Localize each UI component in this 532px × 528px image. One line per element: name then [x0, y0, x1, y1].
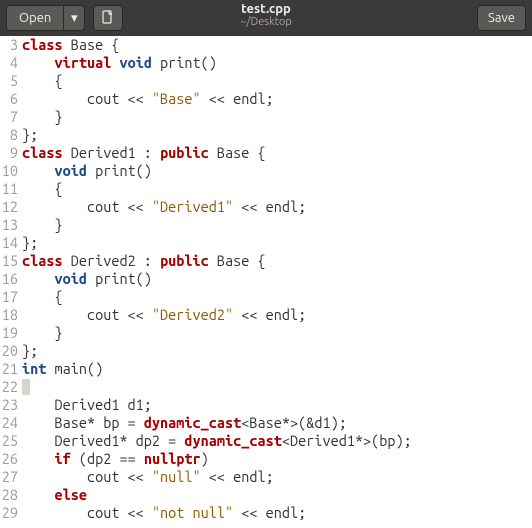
line-number: 25: [0, 432, 22, 450]
code-line: 26 if (dp2 == nullptr): [0, 450, 532, 468]
line-number: 7: [0, 108, 22, 126]
code-line: 23 Derived1 d1;: [0, 396, 532, 414]
code-line: 12 cout << "Derived1" << endl;: [0, 198, 532, 216]
code-line: 6 cout << "Base" << endl;: [0, 90, 532, 108]
line-number: 27: [0, 468, 22, 486]
code-line: 27 cout << "null" << endl;: [0, 468, 532, 486]
document-title: test.cpp ~/Desktop: [240, 2, 292, 28]
save-button[interactable]: Save: [477, 5, 526, 31]
save-button-label: Save: [488, 11, 515, 25]
file-path: ~/Desktop: [240, 16, 292, 28]
line-number: 11: [0, 180, 22, 198]
line-number: 22: [0, 378, 22, 396]
line-number: 26: [0, 450, 22, 468]
code-line: 24 Base* bp = dynamic_cast<Base*>(&d1);: [0, 414, 532, 432]
line-number: 10: [0, 162, 22, 180]
chevron-down-icon: ▾: [71, 11, 78, 26]
code-line: 28 else: [0, 486, 532, 504]
line-number: 3: [0, 36, 22, 54]
line-number: 6: [0, 90, 22, 108]
line-number: 13: [0, 216, 22, 234]
code-line: 8};: [0, 126, 532, 144]
line-number: 20: [0, 342, 22, 360]
line-number: 16: [0, 270, 22, 288]
code-line: 22: [0, 378, 532, 396]
line-number: 4: [0, 54, 22, 72]
line-number: 28: [0, 486, 22, 504]
code-line: 15class Derived2 : public Base {: [0, 252, 532, 270]
line-number: 12: [0, 198, 22, 216]
code-line: 19 }: [0, 324, 532, 342]
code-line: 10 void print(): [0, 162, 532, 180]
code-line: 7 }: [0, 108, 532, 126]
code-line: 3class Base {: [0, 36, 532, 54]
line-number: 15: [0, 252, 22, 270]
open-button[interactable]: Open: [6, 5, 63, 31]
line-number: 29: [0, 504, 22, 522]
text-cursor: [22, 379, 30, 395]
code-line: 25 Derived1* dp2 = dynamic_cast<Derived1…: [0, 432, 532, 450]
code-line: 29 cout << "not null" << endl;: [0, 504, 532, 522]
code-line: 14};: [0, 234, 532, 252]
line-number: 5: [0, 72, 22, 90]
new-tab-button[interactable]: [93, 5, 123, 31]
code-line: 5 {: [0, 72, 532, 90]
line-number: 18: [0, 306, 22, 324]
line-number: 19: [0, 324, 22, 342]
new-document-icon: [101, 10, 115, 27]
line-number: 21: [0, 360, 22, 378]
line-number: 17: [0, 288, 22, 306]
code-line: 20};: [0, 342, 532, 360]
line-number: 23: [0, 396, 22, 414]
code-line: 4 virtual void print(): [0, 54, 532, 72]
code-line: 9class Derived1 : public Base {: [0, 144, 532, 162]
open-button-label: Open: [19, 11, 51, 25]
line-number: 9: [0, 144, 22, 162]
code-editor[interactable]: 3class Base { 4 virtual void print() 5 {…: [0, 36, 532, 522]
code-line: 21int main(): [0, 360, 532, 378]
code-line: 18 cout << "Derived2" << endl;: [0, 306, 532, 324]
line-number: 14: [0, 234, 22, 252]
line-number: 24: [0, 414, 22, 432]
code-line: 11 {: [0, 180, 532, 198]
code-line: 16 void print(): [0, 270, 532, 288]
code-line: 13 }: [0, 216, 532, 234]
open-recent-dropdown[interactable]: ▾: [63, 5, 85, 31]
file-name: test.cpp: [240, 2, 292, 16]
line-number: 8: [0, 126, 22, 144]
titlebar: Open ▾ test.cpp ~/Desktop Save: [0, 0, 532, 36]
code-line: 17 {: [0, 288, 532, 306]
